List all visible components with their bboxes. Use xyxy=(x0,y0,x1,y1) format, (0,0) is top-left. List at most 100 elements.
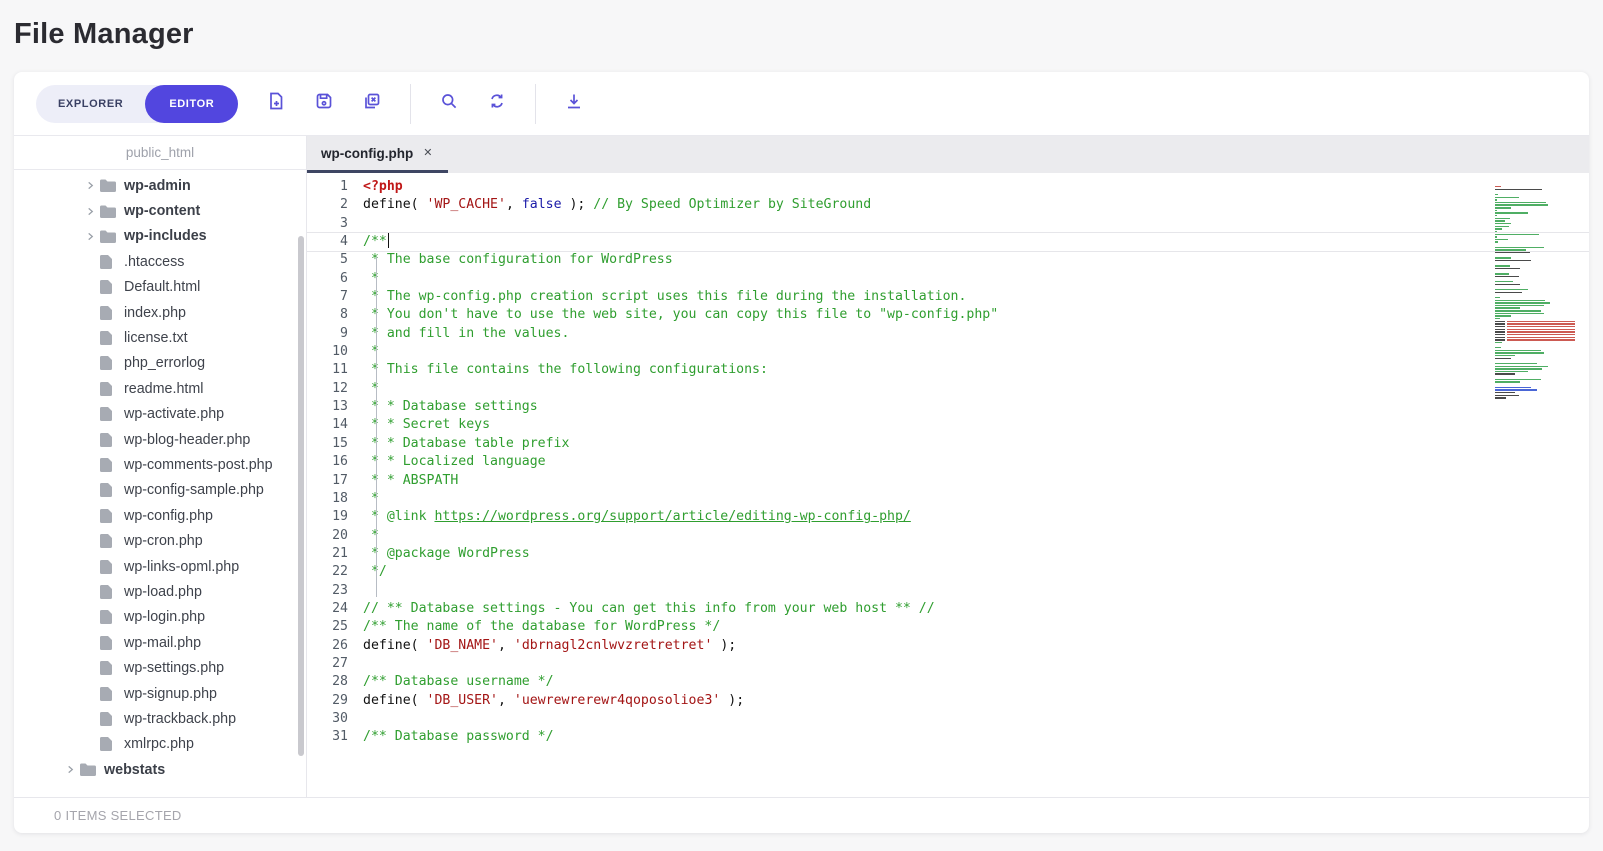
close-file-button[interactable] xyxy=(348,84,396,124)
file-icon xyxy=(100,331,116,346)
line-number: 25 xyxy=(332,619,348,635)
tree-file-wp-load-php[interactable]: wp-load.php xyxy=(14,579,306,604)
tree-file-wp-links-opml-php[interactable]: wp-links-opml.php xyxy=(14,554,306,579)
editor-toggle-button[interactable]: EDITOR xyxy=(145,84,239,123)
code-text: * * Database table prefix xyxy=(363,435,570,451)
code-line: 3 xyxy=(307,215,1589,233)
tree-file-wp-comments-post-php[interactable]: wp-comments-post.php xyxy=(14,452,306,477)
status-bar: 0 ITEMS SELECTED xyxy=(14,797,1589,833)
file-icon xyxy=(100,559,116,574)
file-icon xyxy=(100,483,116,498)
tree-file--htaccess[interactable]: .htaccess xyxy=(14,249,306,274)
sidebar-scrollbar-thumb[interactable] xyxy=(298,236,304,756)
tree-item-label: wp-activate.php xyxy=(124,406,225,423)
tree-file-wp-trackback-php[interactable]: wp-trackback.php xyxy=(14,706,306,731)
minimap-row xyxy=(1495,347,1586,349)
editor-minimap[interactable] xyxy=(1492,184,1589,399)
code-line: 23 xyxy=(307,582,1589,600)
tree-file-license-txt[interactable]: license.txt xyxy=(14,325,306,350)
chevron-right-icon[interactable] xyxy=(82,181,98,190)
tree-file-wp-signup-php[interactable]: wp-signup.php xyxy=(14,681,306,706)
new-file-button[interactable] xyxy=(252,84,300,124)
minimap-row xyxy=(1495,310,1586,312)
code-line: 6 * xyxy=(307,270,1589,288)
tree-file-wp-blog-header-php[interactable]: wp-blog-header.php xyxy=(14,427,306,452)
line-number: 17 xyxy=(332,472,348,488)
tree-file-wp-mail-php[interactable]: wp-mail.php xyxy=(14,630,306,655)
code-line: 12 * xyxy=(307,380,1589,398)
chevron-right-icon[interactable] xyxy=(82,232,98,241)
line-number: 27 xyxy=(332,655,348,671)
code-text: * @link https://wordpress.org/support/ar… xyxy=(363,509,911,525)
minimap-row xyxy=(1495,220,1586,222)
minimap-row xyxy=(1495,291,1586,294)
tree-file-xmlrpc-php[interactable]: xmlrpc.php xyxy=(14,732,306,757)
explorer-toggle-button[interactable]: EXPLORER xyxy=(36,85,145,123)
chevron-right-icon[interactable] xyxy=(82,207,98,216)
minimap-row xyxy=(1495,217,1586,220)
tree-file-wp-config-php[interactable]: wp-config.php xyxy=(14,503,306,528)
code-line: 31 /** Database password */ xyxy=(307,728,1589,746)
tab-label: wp-config.php xyxy=(321,145,414,161)
minimap-row xyxy=(1495,263,1586,264)
tree-file-index-php[interactable]: index.php xyxy=(14,300,306,325)
minimap-row xyxy=(1495,278,1586,279)
line-number: 9 xyxy=(340,325,348,341)
minimap-row xyxy=(1495,328,1586,330)
minimap-row xyxy=(1495,259,1586,262)
search-button[interactable] xyxy=(425,84,473,124)
line-number: 10 xyxy=(332,344,348,360)
code-line: 18 * xyxy=(307,490,1589,508)
minimap-row xyxy=(1495,299,1586,301)
code-line: 14 * * Secret keys xyxy=(307,416,1589,434)
tree-file-wp-activate-php[interactable]: wp-activate.php xyxy=(14,402,306,427)
tree-item-label: php_errorlog xyxy=(124,355,206,372)
tree-file-default-html[interactable]: Default.html xyxy=(14,275,306,300)
tree-file-wp-settings-php[interactable]: wp-settings.php xyxy=(14,655,306,680)
tree-file-wp-cron-php[interactable]: wp-cron.php xyxy=(14,528,306,553)
minimap-row xyxy=(1495,365,1586,367)
tree-folder-wp-admin[interactable]: wp-admin xyxy=(14,173,306,198)
tree-file-wp-config-sample-php[interactable]: wp-config-sample.php xyxy=(14,478,306,503)
code-editor[interactable]: 1 <?php 2 define( 'WP_CACHE', false ); // B… xyxy=(307,173,1589,797)
minimap-row xyxy=(1495,271,1586,272)
minimap-row xyxy=(1495,315,1586,317)
minimap-row xyxy=(1495,255,1586,256)
tree-item-label: wp-mail.php xyxy=(124,634,202,651)
tree-item-label: wp-trackback.php xyxy=(124,710,237,727)
tree-item-label: wp-cron.php xyxy=(124,533,203,550)
minimap-row xyxy=(1495,283,1586,286)
tree-file-php-errorlog[interactable]: php_errorlog xyxy=(14,351,306,376)
tree-file-readme-html[interactable]: readme.html xyxy=(14,376,306,401)
tree-folder-wp-includes[interactable]: wp-includes xyxy=(14,224,306,249)
tree-folder-wp-content[interactable]: wp-content xyxy=(14,198,306,223)
download-button[interactable] xyxy=(550,84,598,124)
tab-wp-config[interactable]: wp-config.php ✕ xyxy=(307,136,449,173)
minimap-row xyxy=(1495,320,1586,323)
code-line: 21 * @package WordPress xyxy=(307,545,1589,563)
minimap-row xyxy=(1495,296,1586,299)
code-line: 20 * xyxy=(307,527,1589,545)
minimap-row xyxy=(1495,384,1586,385)
tree-folder-webstats[interactable]: webstats xyxy=(14,757,306,782)
chevron-right-icon[interactable] xyxy=(62,765,78,774)
save-button[interactable] xyxy=(300,84,348,124)
code-line: 2 define( 'WP_CACHE', false ); // By Spee… xyxy=(307,196,1589,214)
line-number: 13 xyxy=(332,399,348,415)
minimap-row xyxy=(1495,199,1586,201)
code-text: <?php xyxy=(363,179,403,194)
file-tree[interactable]: wp-admin wp-content wp-includes .htaccess De… xyxy=(14,170,306,797)
search-replace-button[interactable] xyxy=(473,84,521,124)
tab-close-icon[interactable]: ✕ xyxy=(423,147,432,159)
line-number: 30 xyxy=(332,710,348,726)
file-icon xyxy=(100,381,116,396)
line-number: 19 xyxy=(332,509,348,525)
code-line: 28 /** Database username */ xyxy=(307,673,1589,691)
code-line: 5 * The base configuration for WordPress xyxy=(307,251,1589,269)
minimap-row xyxy=(1495,186,1586,188)
minimap-row xyxy=(1495,391,1586,394)
code-text: * xyxy=(363,380,379,396)
code-line: 9 * and fill in the values. xyxy=(307,325,1589,343)
tree-file-wp-login-php[interactable]: wp-login.php xyxy=(14,605,306,630)
